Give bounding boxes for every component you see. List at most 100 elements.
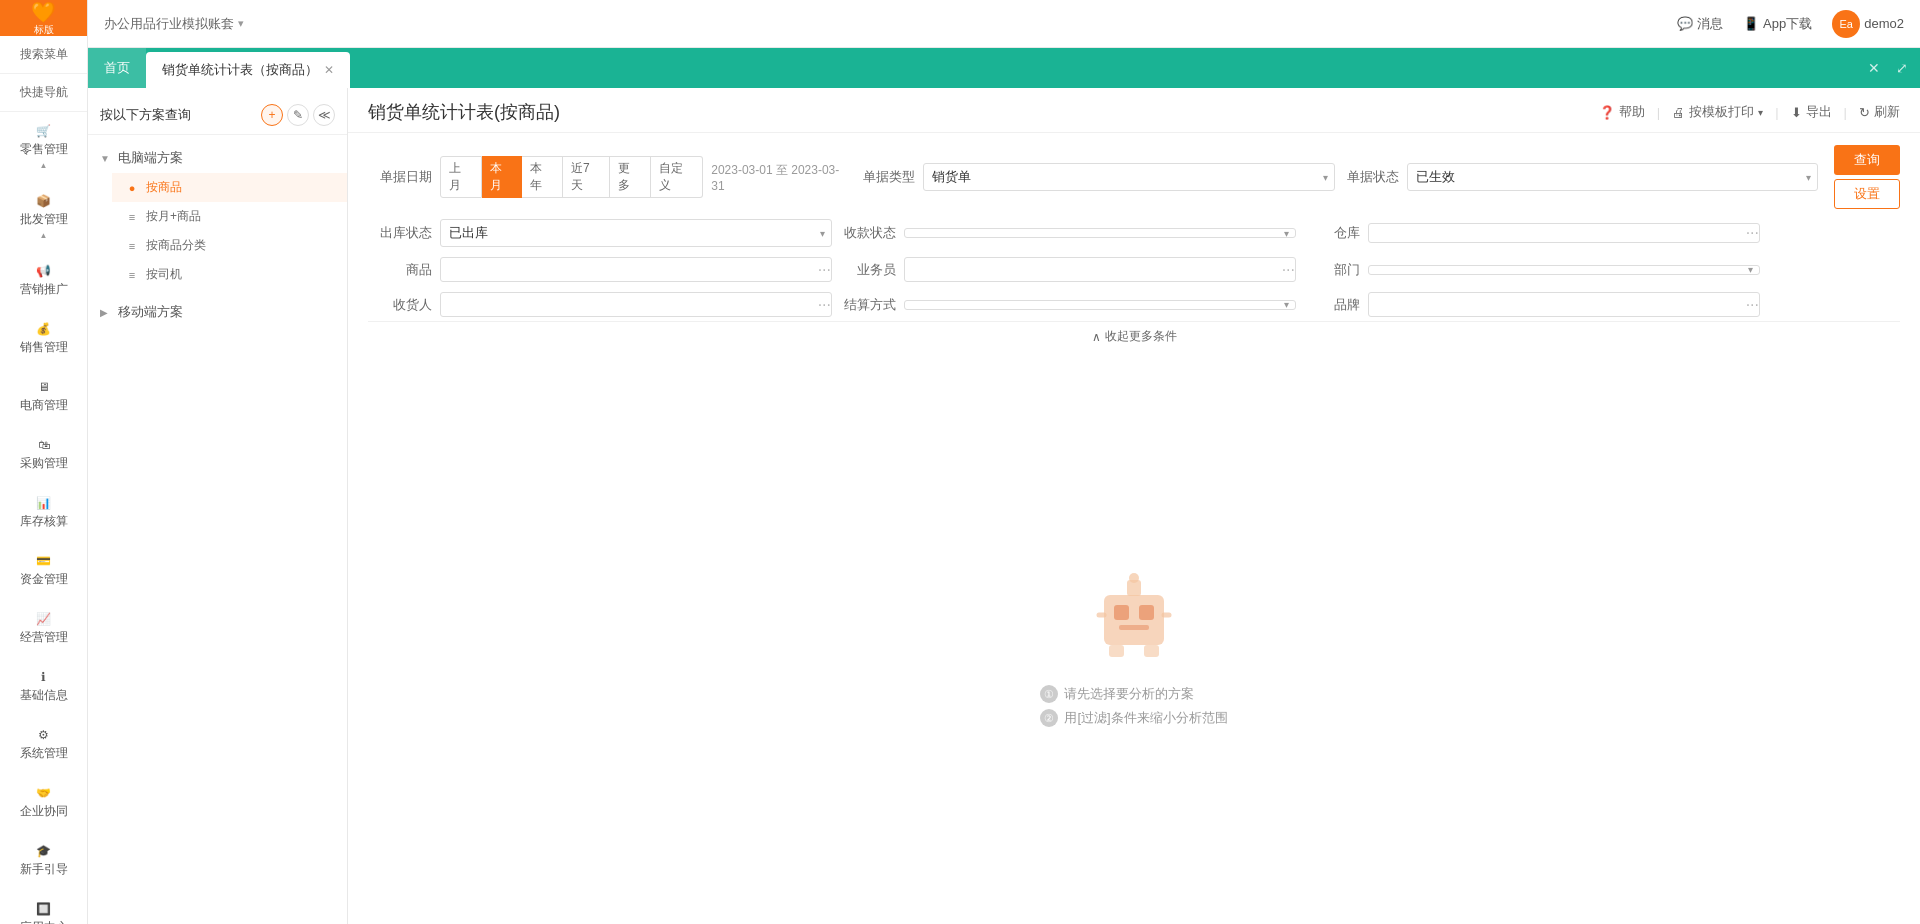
out-status-select[interactable]: 已出库 ▾: [440, 219, 832, 247]
setting-btn[interactable]: 设置: [1834, 179, 1900, 209]
doc-type-control: 销货单 ▾: [923, 163, 1334, 191]
date-tab-custom[interactable]: 自定义: [651, 156, 703, 198]
warehouse-label: 仓库: [1296, 224, 1368, 242]
sidebar-item-finance[interactable]: 💳 资金管理: [0, 542, 87, 600]
sidebar-item-inventory[interactable]: 📊 库存核算: [0, 484, 87, 542]
print-icon: 🖨: [1672, 105, 1685, 120]
logo[interactable]: 🧡 标版: [0, 0, 87, 36]
tree-item-by-cashier[interactable]: ≡ 按司机: [112, 260, 347, 289]
topbar-dropdown-icon[interactable]: ▾: [238, 17, 244, 30]
doc-type-select[interactable]: 销货单 ▾: [923, 163, 1334, 191]
date-tab-this-year[interactable]: 本年: [522, 156, 563, 198]
date-range: 2023-03-01 至 2023-03-31: [711, 162, 851, 193]
sidebar-item-marketing[interactable]: 📢 营销推广: [0, 252, 87, 310]
goods-select[interactable]: ···: [440, 257, 832, 282]
empty-illustration: [1079, 560, 1189, 673]
doc-status-label: 单据状态: [1335, 168, 1407, 186]
doc-status-select[interactable]: 已生效 ▾: [1407, 163, 1818, 191]
goods-icon: ●: [124, 180, 140, 196]
empty-tip-2: ② 用[过滤]条件来缩小分析范围: [1040, 709, 1227, 727]
tree-item-by-goods-cat[interactable]: ≡ 按商品分类: [112, 231, 347, 260]
refresh-btn[interactable]: ↻ 刷新: [1859, 103, 1900, 121]
logo-icon: 🧡: [31, 0, 56, 24]
collect-status-select[interactable]: ▾: [904, 228, 1296, 238]
plus-icon: +: [268, 108, 275, 122]
add-scheme-btn[interactable]: +: [261, 104, 283, 126]
sidebar-item-enterprise[interactable]: 🤝 企业协同: [0, 774, 87, 832]
help-btn[interactable]: ❓ 帮助: [1599, 103, 1645, 121]
goods-dots[interactable]: ···: [818, 261, 831, 279]
panel-header: 按以下方案查询 + ✎ ≪: [88, 96, 347, 135]
logo-text: 标版: [31, 24, 56, 36]
tree-desktop-section: ▼ 电脑端方案 ● 按商品 ≡ 按月+商品 ≡ 按商品分类: [88, 139, 347, 293]
warehouse-select[interactable]: ···: [1368, 223, 1760, 243]
tab-close-icon[interactable]: ✕: [324, 63, 334, 77]
download-icon: 📱: [1743, 16, 1759, 31]
warehouse-dots[interactable]: ···: [1746, 224, 1759, 242]
tabbar-right: ✕ ⤢: [1864, 48, 1920, 88]
date-tab-this-month[interactable]: 本月: [482, 156, 523, 198]
tab-minimize-icon[interactable]: ✕: [1864, 56, 1884, 80]
empty-state: ① 请先选择要分析的方案 ② 用[过滤]条件来缩小分析范围: [348, 363, 1920, 924]
tab-sales-stat[interactable]: 销货单统计计表（按商品） ✕: [146, 52, 350, 88]
template-print-btn[interactable]: 🖨 按模板打印 ▾: [1672, 103, 1763, 121]
sidebar-item-basic[interactable]: ℹ 基础信息: [0, 658, 87, 716]
sales-icon: 💰: [36, 322, 51, 336]
quick-nav[interactable]: 快捷导航: [0, 74, 87, 112]
user-area[interactable]: Ea demo2: [1832, 10, 1904, 38]
purchase-icon: 🛍: [38, 438, 50, 452]
brand-dots[interactable]: ···: [1746, 296, 1759, 314]
tree-desktop-group[interactable]: ▼ 电脑端方案: [88, 143, 347, 173]
app-download-btn[interactable]: 📱 App下载: [1743, 15, 1812, 33]
search-menu[interactable]: 搜索菜单: [0, 36, 87, 74]
tree-mobile-group[interactable]: ▶ 移动端方案: [88, 297, 347, 327]
sidebar-item-wholesale[interactable]: 📦 批发管理 ▲: [0, 182, 87, 252]
sidebar-item-system[interactable]: ⚙ 系统管理: [0, 716, 87, 774]
date-tab-more[interactable]: 更多: [610, 156, 651, 198]
tab-maximize-icon[interactable]: ⤢: [1892, 56, 1912, 80]
filter-area: 单据日期 上月 本月 本年 近7天 更多 自定义 2023-03-01 至 20…: [348, 133, 1920, 363]
settlement-select[interactable]: ▾: [904, 300, 1296, 310]
date-label: 单据日期: [368, 168, 440, 186]
enterprise-icon: 🤝: [36, 786, 51, 800]
sidebar-item-appstore[interactable]: 🔲 应用中心: [0, 890, 87, 924]
collapse-bar[interactable]: ∧ 收起更多条件: [368, 321, 1900, 351]
collapse-panel-btn[interactable]: ≪: [313, 104, 335, 126]
page-title: 销货单统计计表(按商品): [368, 100, 560, 124]
sidebar-item-ecommerce[interactable]: 🖥 电商管理: [0, 368, 87, 426]
sep1: |: [1657, 105, 1660, 120]
query-btn[interactable]: 查询: [1834, 145, 1900, 175]
operation-icon: 📈: [36, 612, 51, 626]
dept-select[interactable]: ▾: [1368, 265, 1760, 275]
export-btn[interactable]: ⬇ 导出: [1791, 103, 1832, 121]
edit-scheme-btn[interactable]: ✎: [287, 104, 309, 126]
recipient-dots[interactable]: ···: [818, 296, 831, 314]
svg-rect-0: [1104, 595, 1164, 645]
recipient-select[interactable]: ···: [440, 292, 832, 317]
message-icon: 💬: [1677, 16, 1693, 31]
query-btns: 查询 设置: [1834, 145, 1900, 209]
message-btn[interactable]: 💬 消息: [1677, 15, 1723, 33]
tree-item-by-goods[interactable]: ● 按商品: [112, 173, 347, 202]
salesperson-select[interactable]: ···: [904, 257, 1296, 282]
brand-select[interactable]: ···: [1368, 292, 1760, 317]
sidebar-item-operation[interactable]: 📈 经营管理: [0, 600, 87, 658]
settlement-arrow-icon: ▾: [1284, 299, 1289, 310]
salesperson-dots[interactable]: ···: [1282, 261, 1295, 279]
empty-tips: ① 请先选择要分析的方案 ② 用[过滤]条件来缩小分析范围: [1040, 685, 1227, 727]
sidebar-item-sales[interactable]: 💰 销售管理: [0, 310, 87, 368]
date-tab-7days[interactable]: 近7天: [563, 156, 610, 198]
inventory-icon: 📊: [36, 496, 51, 510]
sidebar-item-purchase[interactable]: 🛍 采购管理: [0, 426, 87, 484]
right-panel: 销货单统计计表(按商品) ❓ 帮助 | 🖨 按模板打印 ▾ | ⬇: [348, 88, 1920, 924]
sidebar-item-retail[interactable]: 🛒 零售管理 ▲: [0, 112, 87, 182]
tab-home[interactable]: 首页: [88, 48, 146, 88]
sidebar-item-newguide[interactable]: 🎓 新手引导: [0, 832, 87, 890]
date-tab-last-month[interactable]: 上月: [440, 156, 482, 198]
settlement-control: ▾: [904, 300, 1296, 310]
tip-2-num: ②: [1040, 709, 1058, 727]
tree-mobile-label: 移动端方案: [118, 303, 183, 321]
tree-mobile-section: ▶ 移动端方案: [88, 293, 347, 331]
tree-item-by-month-goods[interactable]: ≡ 按月+商品: [112, 202, 347, 231]
appstore-icon: 🔲: [36, 902, 51, 916]
